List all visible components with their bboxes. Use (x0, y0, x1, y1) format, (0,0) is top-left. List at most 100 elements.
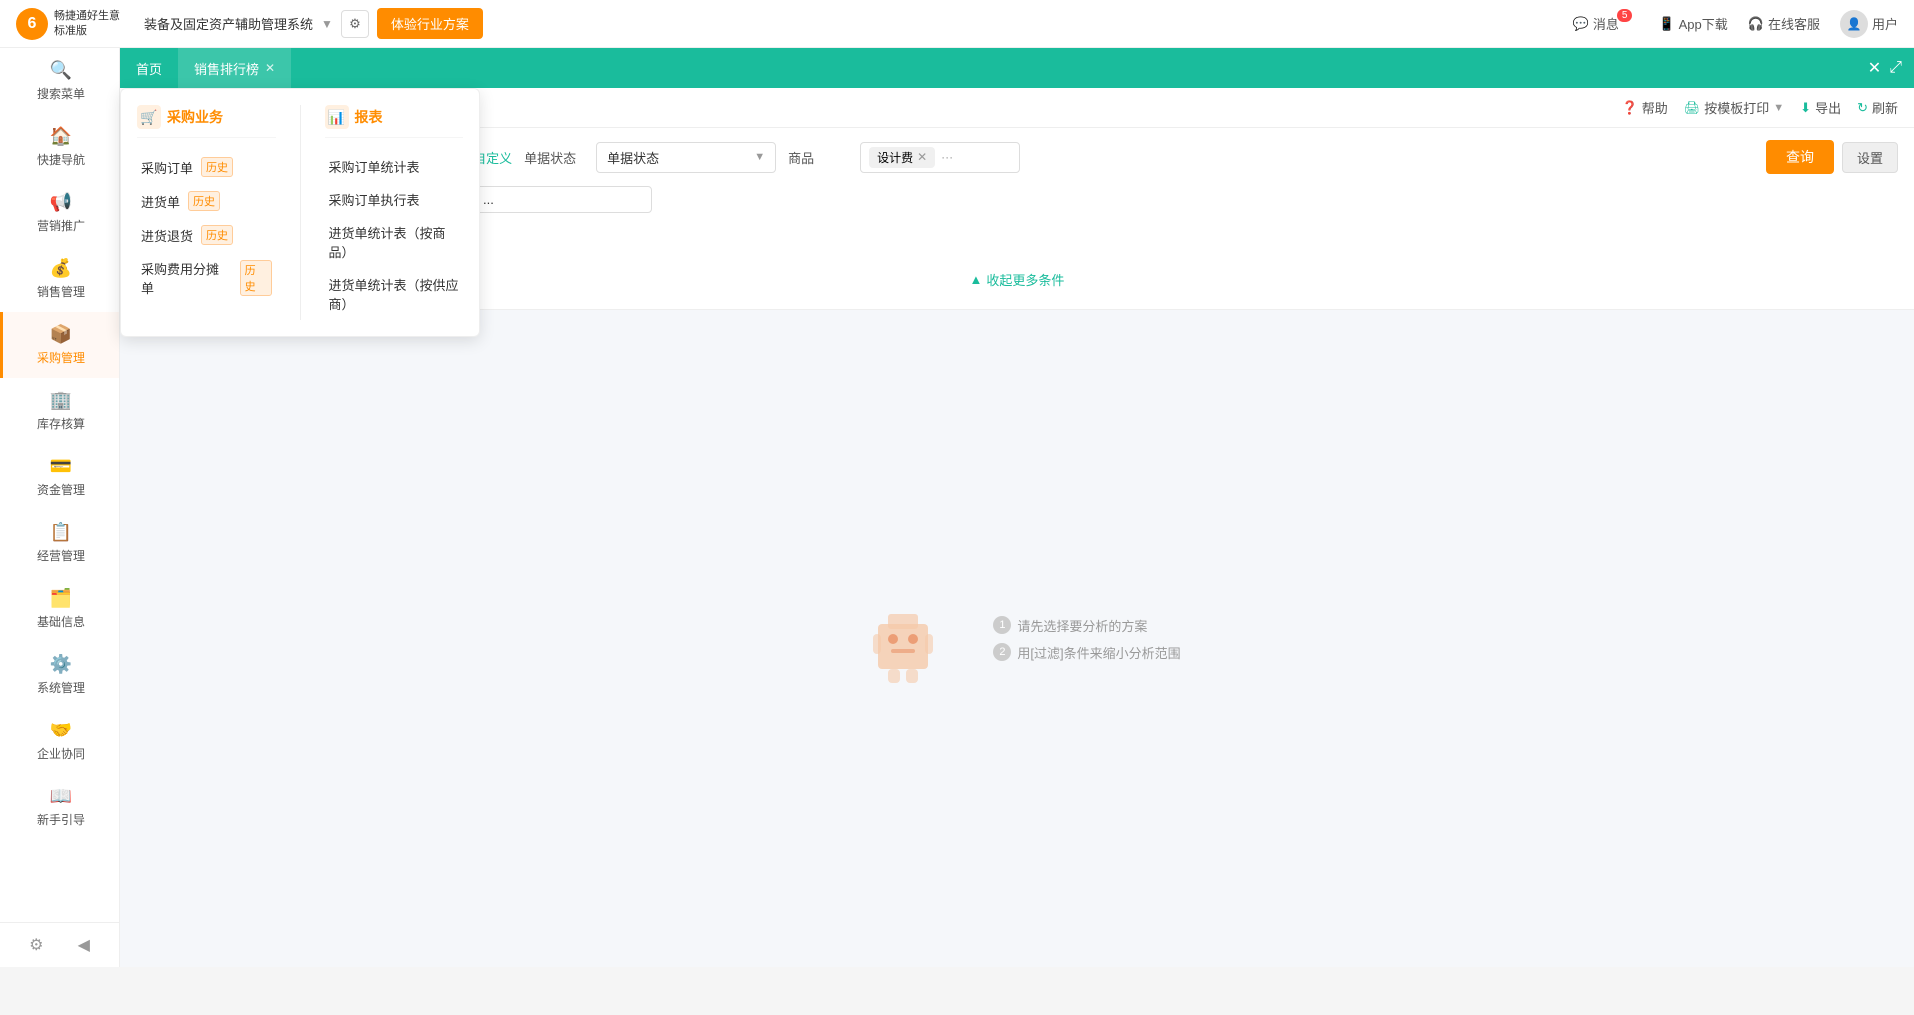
user-menu[interactable]: 👤 用户 (1840, 10, 1898, 38)
collapse-chevron-icon: ▲ (970, 272, 983, 287)
settings-button[interactable]: 设置 (1842, 142, 1898, 173)
dropdown-item-order-stats[interactable]: 采购订单统计表 (325, 150, 464, 183)
empty-state: 1 请先选择要分析的方案 2 用[过滤]条件来缩小分析范围 (853, 589, 1180, 689)
sidebar-label-search: 搜索菜单 (37, 85, 85, 102)
help-action[interactable]: ❓ 帮助 (1622, 98, 1668, 117)
refresh-action[interactable]: ↻ 刷新 (1857, 98, 1898, 117)
sidebar-item-operations[interactable]: 📋 经营管理 (0, 510, 119, 576)
sidebar: 🔍 搜索菜单 🏠 快捷导航 📢 营销推广 💰 销售管理 📦 采购管理 🏢 库存核… (0, 48, 120, 967)
print-action[interactable]: 🖨 按模板打印 ▼ (1684, 98, 1784, 117)
message-icon: 💬 (1573, 16, 1589, 32)
sidebar-item-basicinfo[interactable]: 🗂️ 基础信息 (0, 576, 119, 642)
hint-item-1: 1 请先选择要分析的方案 (993, 616, 1147, 635)
inventory-icon: 🏢 (50, 390, 72, 411)
hint-num-1: 1 (993, 616, 1011, 634)
collapse-sidebar-button[interactable]: ◀ (78, 935, 90, 955)
dropdown-item-purchase-order[interactable]: 采购订单 历史 (137, 150, 276, 184)
goods-tag-close[interactable]: ✕ (917, 150, 927, 164)
sidebar-label-funds: 资金管理 (37, 481, 85, 498)
sidebar-item-sales[interactable]: 💰 销售管理 (0, 246, 119, 312)
query-button[interactable]: 查询 (1766, 140, 1834, 174)
phone-icon: 📱 (1658, 16, 1674, 32)
dropdown-col1-title: 采购业务 (167, 107, 223, 127)
order-stats-label: 采购订单统计表 (329, 157, 420, 176)
sidebar-label-quicknav: 快捷导航 (37, 151, 85, 168)
tab-close-icon[interactable]: ✕ (265, 61, 275, 75)
system-dropdown-arrow[interactable]: ▼ (321, 17, 333, 31)
content-area: 1 请先选择要分析的方案 2 用[过滤]条件来缩小分析范围 (120, 310, 1914, 967)
message-button[interactable]: 💬 消息 5 (1573, 14, 1639, 33)
sales-icon: 💰 (50, 258, 72, 279)
print-label: 按模板打印 (1704, 98, 1769, 117)
dropdown-item-purchase-expense[interactable]: 采购费用分摊单 历史 (137, 252, 276, 304)
goods-filter[interactable]: 设计费 ✕ ··· (860, 142, 1020, 173)
sidebar-item-funds[interactable]: 💳 资金管理 (0, 444, 119, 510)
operations-icon: 📋 (50, 522, 72, 543)
sidebar-item-collab[interactable]: 🤝 企业协同 (0, 708, 119, 774)
topbar: 6 畅捷通好生意 标准版 装备及固定资产辅助管理系统 ▼ ⚙ 体验行业方案 💬 … (0, 0, 1914, 48)
status-dropdown-arrow: ▼ (754, 151, 765, 163)
export-action[interactable]: ⬇ 导出 (1800, 98, 1841, 117)
sidebar-label-system: 系统管理 (37, 679, 85, 696)
dropdown-item-stock-stats-supplier[interactable]: 进货单统计表（按供应商） (325, 268, 464, 320)
empty-illustration (853, 589, 953, 689)
stock-stats-supplier-label: 进货单统计表（按供应商） (329, 275, 460, 313)
gear-button[interactable]: ⚙ (341, 10, 369, 38)
tab-home-label: 首页 (136, 59, 162, 78)
dropdown-col-purchase: 🛒 采购业务 采购订单 历史 进货单 历史 进货退货 历史 采购费用分摊单 历史 (137, 105, 276, 320)
purchase-expense-label: 采购费用分摊单 (141, 259, 232, 297)
tab-bar-right: ✕ ⤢ (1868, 58, 1914, 78)
salesperson-select[interactable]: ... (472, 186, 652, 213)
purchase-order-label: 采购订单 (141, 158, 193, 177)
help-label: 帮助 (1642, 98, 1668, 117)
empty-hint-list: 1 请先选择要分析的方案 2 用[过滤]条件来缩小分析范围 (993, 616, 1180, 662)
sidebar-label-marketing: 营销推广 (37, 217, 85, 234)
refresh-icon: ↻ (1857, 100, 1868, 116)
dropdown-divider (300, 105, 301, 320)
tab-window-maximize[interactable]: ⤢ (1889, 59, 1902, 77)
refresh-label: 刷新 (1872, 98, 1898, 117)
hint-num-2: 2 (993, 643, 1011, 661)
system-info: 装备及固定资产辅助管理系统 ▼ ⚙ 体验行业方案 (144, 8, 1573, 39)
marketing-icon: 📢 (50, 192, 72, 213)
tab-sales-rank[interactable]: 销售排行榜 ✕ (178, 48, 291, 88)
hint-item-2: 2 用[过滤]条件来缩小分析范围 (993, 643, 1180, 662)
dropdown-col-report: 📊 报表 采购订单统计表 采购订单执行表 进货单统计表（按商品） 进货单统计表（… (325, 105, 464, 320)
funds-icon: 💳 (50, 456, 72, 477)
sidebar-item-guide[interactable]: 📖 新手引导 (0, 774, 119, 840)
hint-text-1: 请先选择要分析的方案 (1017, 616, 1147, 635)
service-button[interactable]: 🎧 在线客服 (1748, 14, 1820, 33)
export-label: 导出 (1815, 98, 1841, 117)
dropdown-col2-title: 报表 (355, 107, 383, 127)
dropdown-item-stock-return[interactable]: 进货退货 历史 (137, 218, 276, 252)
order-exec-label: 采购订单执行表 (329, 190, 420, 209)
hint-text-2: 用[过滤]条件来缩小分析范围 (1017, 643, 1180, 662)
sidebar-item-purchase[interactable]: 📦 采购管理 (0, 312, 119, 378)
status-placeholder: 单据状态 (607, 148, 659, 167)
sidebar-item-quicknav[interactable]: 🏠 快捷导航 (0, 114, 119, 180)
sidebar-item-inventory[interactable]: 🏢 库存核算 (0, 378, 119, 444)
salesperson-dots: ... (483, 192, 494, 207)
status-select[interactable]: 单据状态 ▼ (596, 142, 776, 173)
tab-window-close[interactable]: ✕ (1868, 58, 1881, 78)
dropdown-item-stock-stats-goods[interactable]: 进货单统计表（按商品） (325, 216, 464, 268)
dropdown-item-order-exec[interactable]: 采购订单执行表 (325, 183, 464, 216)
dropdown-item-stock-in[interactable]: 进货单 历史 (137, 184, 276, 218)
headset-icon: 🎧 (1748, 16, 1764, 32)
app-download-button[interactable]: 📱 App下载 (1658, 14, 1727, 33)
tab-home[interactable]: 首页 (120, 48, 178, 88)
settings-bottom-button[interactable]: ⚙ (29, 935, 43, 955)
goods-tag: 设计费 ✕ (869, 147, 935, 168)
home-icon: 🏠 (50, 126, 72, 147)
export-icon: ⬇ (1800, 100, 1811, 116)
industry-button[interactable]: 体验行业方案 (377, 8, 483, 39)
avatar: 👤 (1840, 10, 1868, 38)
sidebar-label-guide: 新手引导 (37, 811, 85, 828)
purchase-icon: 📦 (50, 324, 72, 345)
sidebar-label-inventory: 库存核算 (37, 415, 85, 432)
sidebar-item-system[interactable]: ⚙️ 系统管理 (0, 642, 119, 708)
print-dropdown-arrow[interactable]: ▼ (1773, 102, 1784, 114)
sidebar-item-search[interactable]: 🔍 搜索菜单 (0, 48, 119, 114)
sidebar-label-collab: 企业协同 (37, 745, 85, 762)
sidebar-item-marketing[interactable]: 📢 营销推广 (0, 180, 119, 246)
